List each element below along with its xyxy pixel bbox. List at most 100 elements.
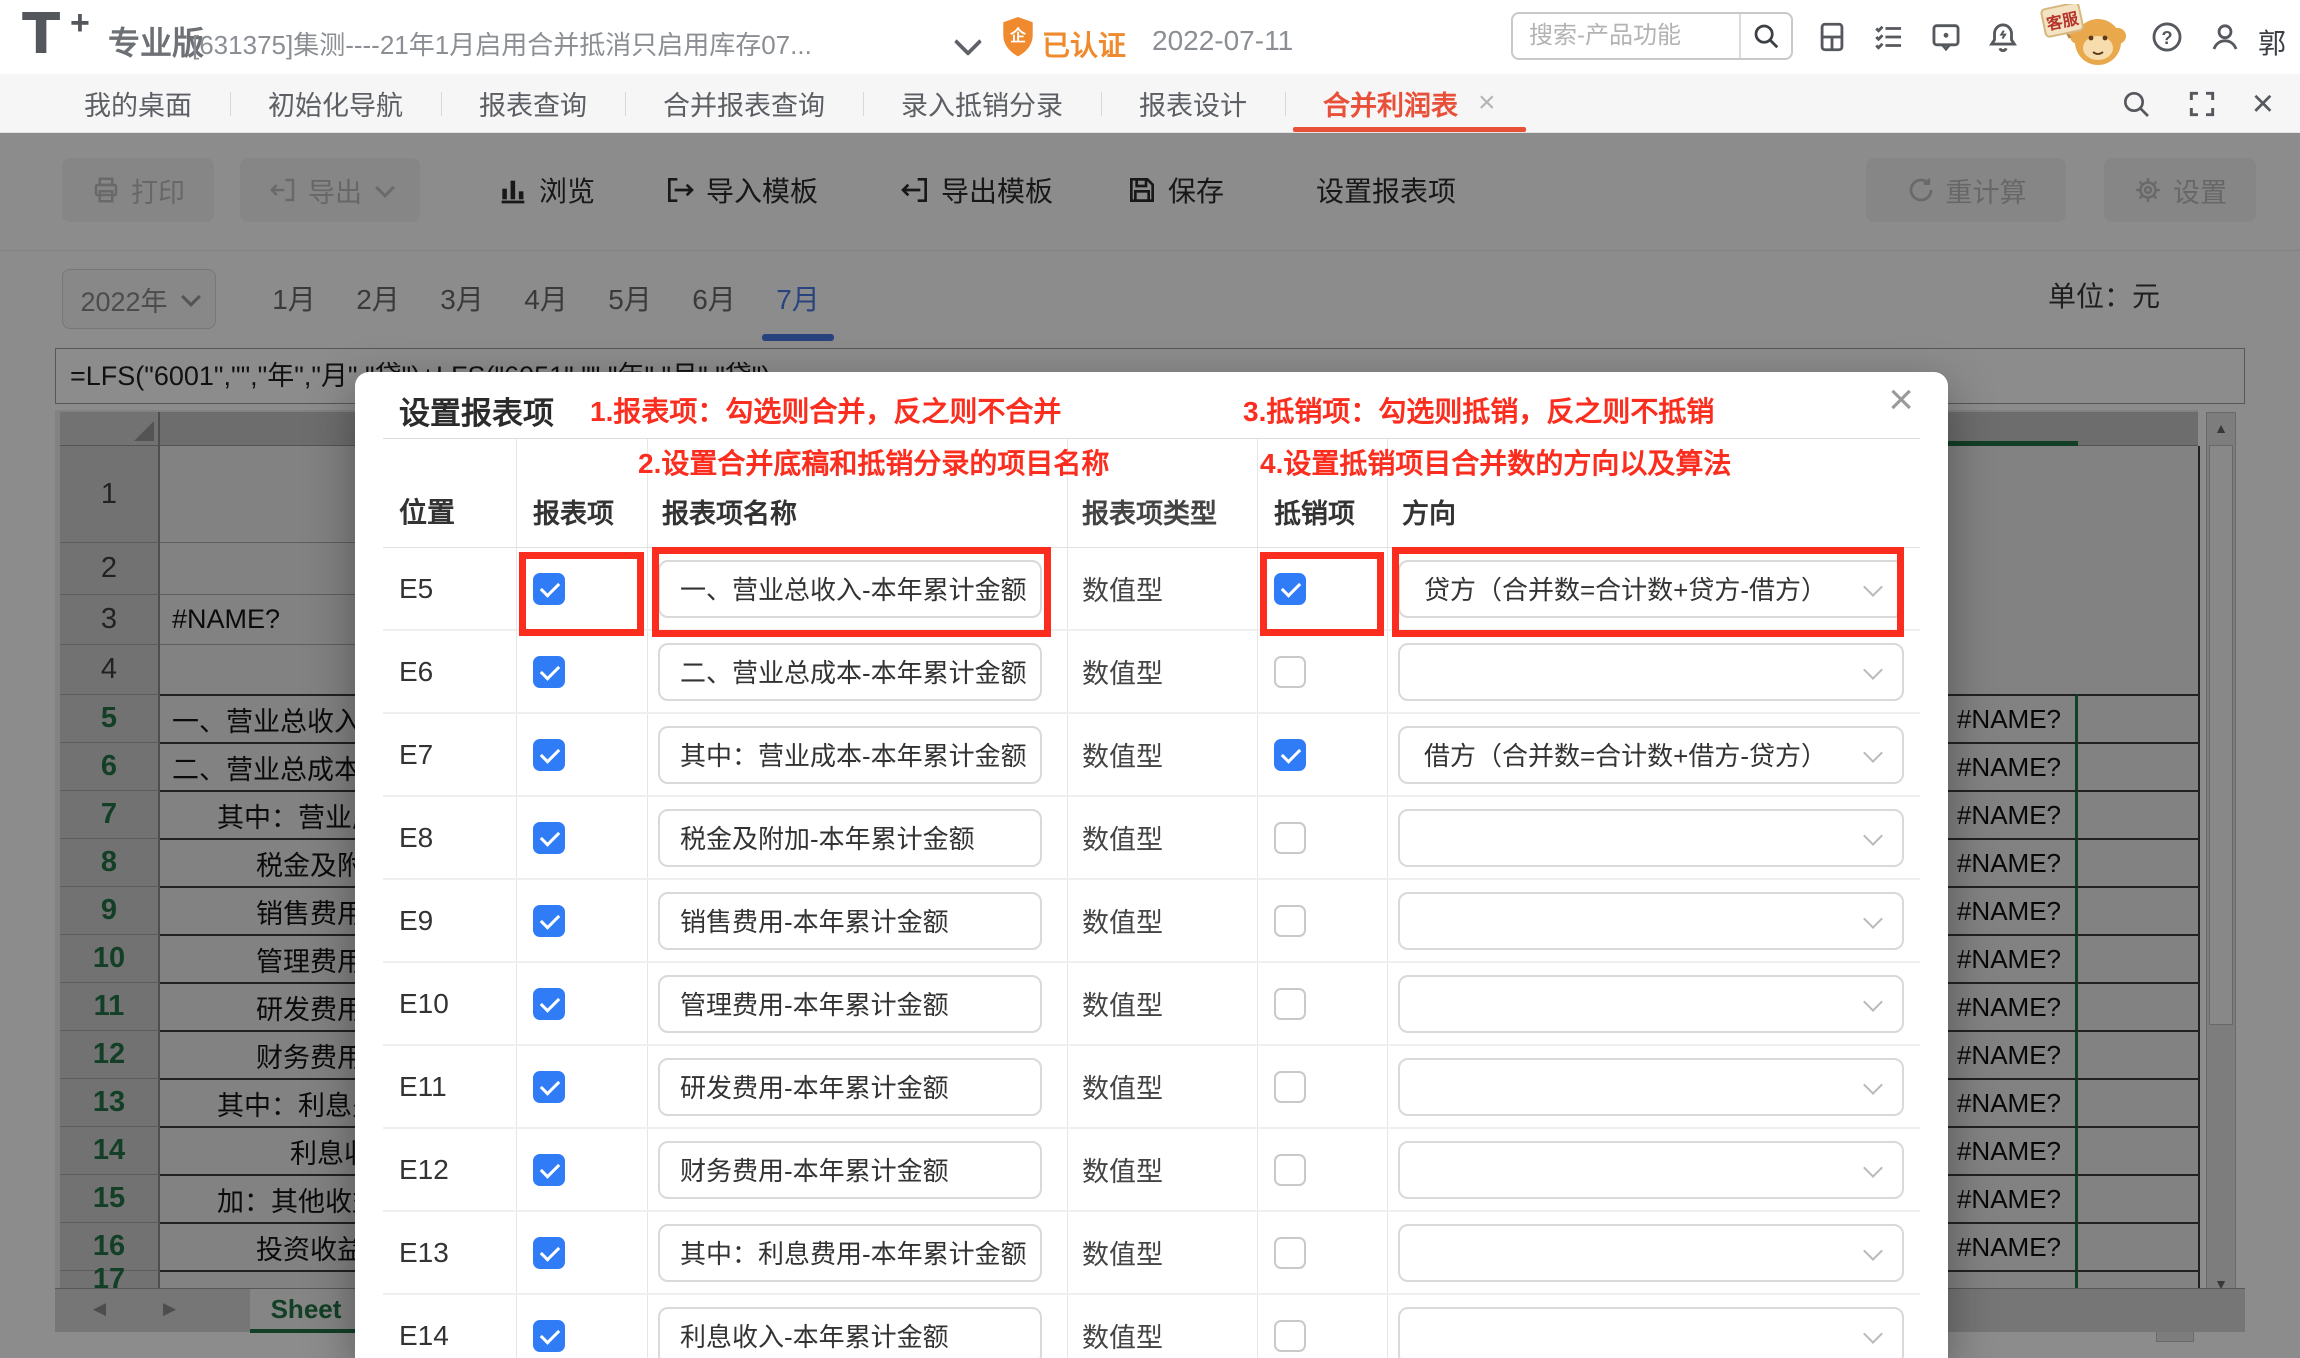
report-item-name-input[interactable]: 税金及附加-本年累计金额 [658,809,1042,867]
report-item-checkbox[interactable] [533,905,565,937]
table-row: E13 其中：利息费用-本年累计金额 数值型 [383,1212,1920,1295]
direction-select[interactable] [1398,1224,1904,1282]
cell-position: E9 [383,880,517,961]
direction-select[interactable] [1398,1141,1904,1199]
annotation-1: 1.报表项：勾选则合并，反之则不合并 [590,390,1061,430]
notification-bell-icon[interactable] [1986,20,2020,54]
table-row: E9 销售费用-本年累计金额 数值型 [383,880,1920,963]
report-item-checkbox[interactable] [533,656,565,688]
offset-item-checkbox[interactable] [1274,988,1306,1020]
user-icon[interactable] [2208,20,2242,54]
cell-position: E7 [383,714,517,795]
chevron-down-icon[interactable] [954,28,982,56]
tab-init-nav[interactable]: 初始化导航 [230,74,441,132]
offset-item-checkbox[interactable] [1274,1071,1306,1103]
cell-type: 数值型 [1068,963,1258,1044]
help-icon[interactable]: ? [2150,20,2184,54]
customer-service-mascot[interactable]: 客服 [2040,4,2132,70]
cell-type: 数值型 [1068,1129,1258,1210]
cell-position: E10 [383,963,517,1044]
tab-consolidated-report-query[interactable]: 合并报表查询 [625,74,863,132]
report-item-checkbox[interactable] [533,1320,565,1352]
chevron-down-icon [1863,909,1883,929]
cell-position: E11 [383,1046,517,1127]
dialog-title: 设置报表项 [399,388,554,433]
report-item-name-input[interactable]: 利息收入-本年累计金额 [658,1307,1042,1358]
report-item-name-input[interactable]: 一、营业总收入-本年累计金额 [658,560,1042,618]
direction-select[interactable] [1398,1058,1904,1116]
col-position: 位置 [383,439,517,547]
direction-select[interactable] [1398,643,1904,701]
report-panel-icon[interactable] [1815,20,1849,54]
product-search[interactable] [1511,12,1793,60]
offset-item-checkbox[interactable] [1274,1320,1306,1352]
annotation-2: 2.设置合并底稿和抵销分录的项目名称 [638,442,1109,482]
search-icon[interactable] [2120,88,2152,120]
brand-logo-plus: + [70,4,90,43]
search-icon[interactable] [1751,21,1781,51]
offset-item-checkbox[interactable] [1274,573,1306,605]
chevron-down-icon [1863,1075,1883,1095]
report-item-name-input[interactable]: 其中：营业成本-本年累计金额 [658,726,1042,784]
verified-badge: 已认证 [1042,24,1126,64]
tab-consolidated-income-statement[interactable]: 合并利润表 × [1285,74,1534,132]
task-list-icon[interactable] [1872,20,1906,54]
report-item-name-input[interactable]: 其中：利息费用-本年累计金额 [658,1224,1042,1282]
offset-item-checkbox[interactable] [1274,1237,1306,1269]
table-row: E6 二、营业总成本-本年累计金额 数值型 [383,631,1920,714]
report-item-checkbox[interactable] [533,1071,565,1103]
direction-select[interactable] [1398,892,1904,950]
verified-shield-icon: 企 [1000,16,1036,58]
report-item-checkbox[interactable] [533,573,565,605]
cell-position: E6 [383,631,517,712]
fullscreen-icon[interactable] [2186,88,2218,120]
tab-offset-entry[interactable]: 录入抵销分录 [863,74,1101,132]
offset-item-checkbox[interactable] [1274,1154,1306,1186]
report-item-name-input[interactable]: 财务费用-本年累计金额 [658,1141,1042,1199]
cell-type: 数值型 [1068,880,1258,961]
report-item-checkbox[interactable] [533,988,565,1020]
cell-type: 数值型 [1068,714,1258,795]
report-item-name-input[interactable]: 销售费用-本年累计金额 [658,892,1042,950]
search-input[interactable] [1513,22,1729,50]
cell-type: 数值型 [1068,1295,1258,1358]
report-item-checkbox[interactable] [533,1154,565,1186]
report-item-checkbox[interactable] [533,739,565,771]
cell-type: 数值型 [1068,631,1258,712]
annotation-4: 4.设置抵销项目合并数的方向以及算法 [1260,442,1731,482]
offset-item-checkbox[interactable] [1274,905,1306,937]
offset-item-checkbox[interactable] [1274,656,1306,688]
chevron-down-icon [1863,826,1883,846]
direction-select[interactable]: 贷方（合并数=合计数+贷方-借方） [1398,560,1904,618]
report-item-name-input[interactable]: 二、营业总成本-本年累计金额 [658,643,1042,701]
chevron-down-icon [1863,743,1883,763]
direction-select[interactable] [1398,1307,1904,1358]
direction-select[interactable] [1398,809,1904,867]
cell-type: 数值型 [1068,1046,1258,1127]
report-item-checkbox[interactable] [533,822,565,854]
cell-type: 数值型 [1068,1212,1258,1293]
account-set-title[interactable]: [631375]集测----21年1月启用合并抵消只启用库存07... [192,25,812,62]
offset-item-checkbox[interactable] [1274,739,1306,771]
username-label[interactable]: 郭 [2258,22,2286,62]
svg-text:?: ? [2161,27,2172,48]
offset-item-checkbox[interactable] [1274,822,1306,854]
cell-position: E12 [383,1129,517,1210]
report-item-checkbox[interactable] [533,1237,565,1269]
direction-select[interactable]: 借方（合并数=合计数+借方-贷方） [1398,726,1904,784]
tab-close-icon[interactable]: × [1478,86,1496,120]
accounting-date[interactable]: 2022-07-11 [1152,25,1293,57]
report-item-name-input[interactable]: 研发费用-本年累计金额 [658,1058,1042,1116]
brand-logo: T [22,2,60,67]
message-icon[interactable] [1929,20,1963,54]
report-item-name-input[interactable]: 管理费用-本年累计金额 [658,975,1042,1033]
direction-select[interactable] [1398,975,1904,1033]
tab-my-desktop[interactable]: 我的桌面 [46,74,230,132]
tab-report-query[interactable]: 报表查询 [441,74,625,132]
tab-report-design[interactable]: 报表设计 [1101,74,1285,132]
report-items-table: 位置 报表项 报表项名称 报表项类型 抵销项 方向 E5 一、营业总收入-本年累… [383,438,1920,1358]
close-icon[interactable]: × [2252,85,2274,123]
table-row: E7 其中：营业成本-本年累计金额 数值型 借方（合并数=合计数+借方-贷方） [383,714,1920,797]
cell-type: 数值型 [1068,548,1258,629]
close-icon[interactable]: × [1888,378,1914,422]
